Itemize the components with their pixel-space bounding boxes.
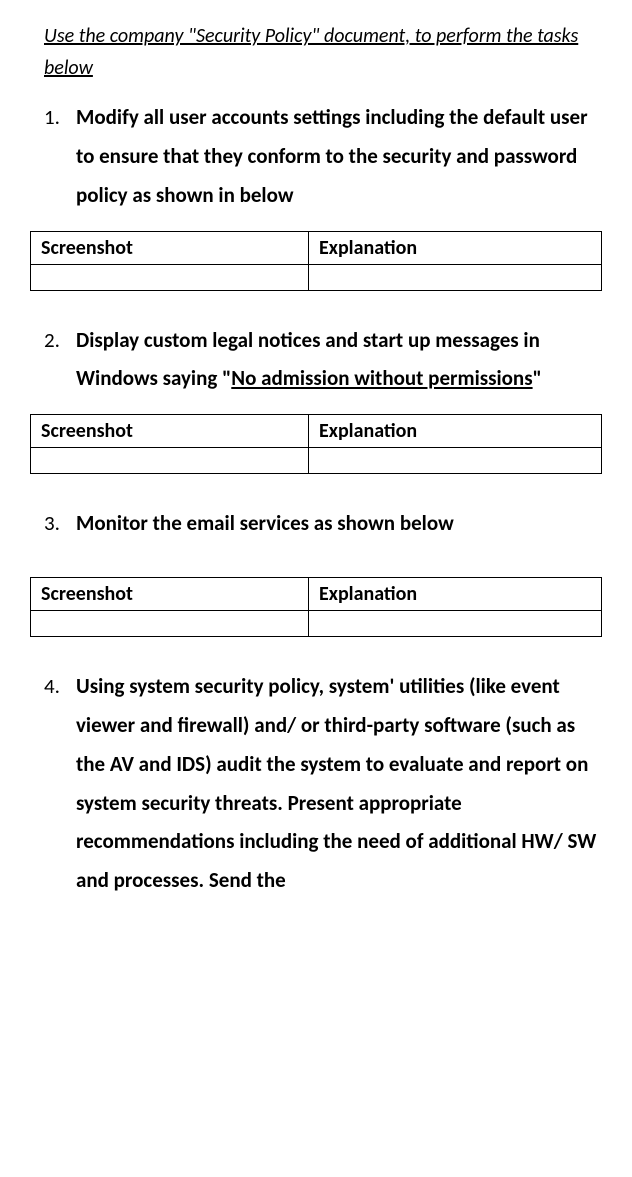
task-2-text: Display custom legal notices and start u… [30,321,602,399]
task-list: Modify all user accounts settings includ… [30,98,602,900]
col-explanation: Explanation [309,231,602,264]
task-2-quote-open: " [222,365,231,391]
col-explanation: Explanation [309,578,602,611]
col-screenshot: Screenshot [31,578,309,611]
task-4-text: Using system security policy, system' ut… [30,667,602,900]
cell-empty [309,611,602,637]
task-item-3: Monitor the email services as shown belo… [30,504,602,637]
table-row: Screenshot Explanation [31,231,602,264]
task-3-text: Monitor the email services as shown belo… [30,504,602,543]
task-1-text: Modify all user accounts settings includ… [30,98,602,215]
table-row [31,264,602,290]
table-row [31,448,602,474]
table-row: Screenshot Explanation [31,415,602,448]
task-3-content: Monitor the email services as shown belo… [76,510,454,536]
task-2-table: Screenshot Explanation [30,414,602,474]
task-1-table: Screenshot Explanation [30,231,602,291]
col-explanation: Explanation [309,415,602,448]
intro-content: Use the company "Security Policy" docume… [44,24,578,80]
cell-empty [309,264,602,290]
cell-empty [31,611,309,637]
table-row [31,611,602,637]
col-screenshot: Screenshot [31,231,309,264]
task-1-content: Modify all user accounts settings includ… [76,104,588,208]
cell-empty [31,448,309,474]
task-3-table: Screenshot Explanation [30,577,602,637]
cell-empty [31,264,309,290]
task-4-content: Using system security policy, system' ut… [76,673,596,893]
col-screenshot: Screenshot [31,415,309,448]
task-item-2: Display custom legal notices and start u… [30,321,602,475]
task-2-quote-close: " [533,365,542,391]
task-item-4: Using system security policy, system' ut… [30,667,602,900]
task-item-1: Modify all user accounts settings includ… [30,98,602,291]
intro-text: Use the company "Security Policy" docume… [30,20,602,84]
task-2-underlined: No admission without permissions [231,365,532,391]
cell-empty [309,448,602,474]
table-row: Screenshot Explanation [31,578,602,611]
